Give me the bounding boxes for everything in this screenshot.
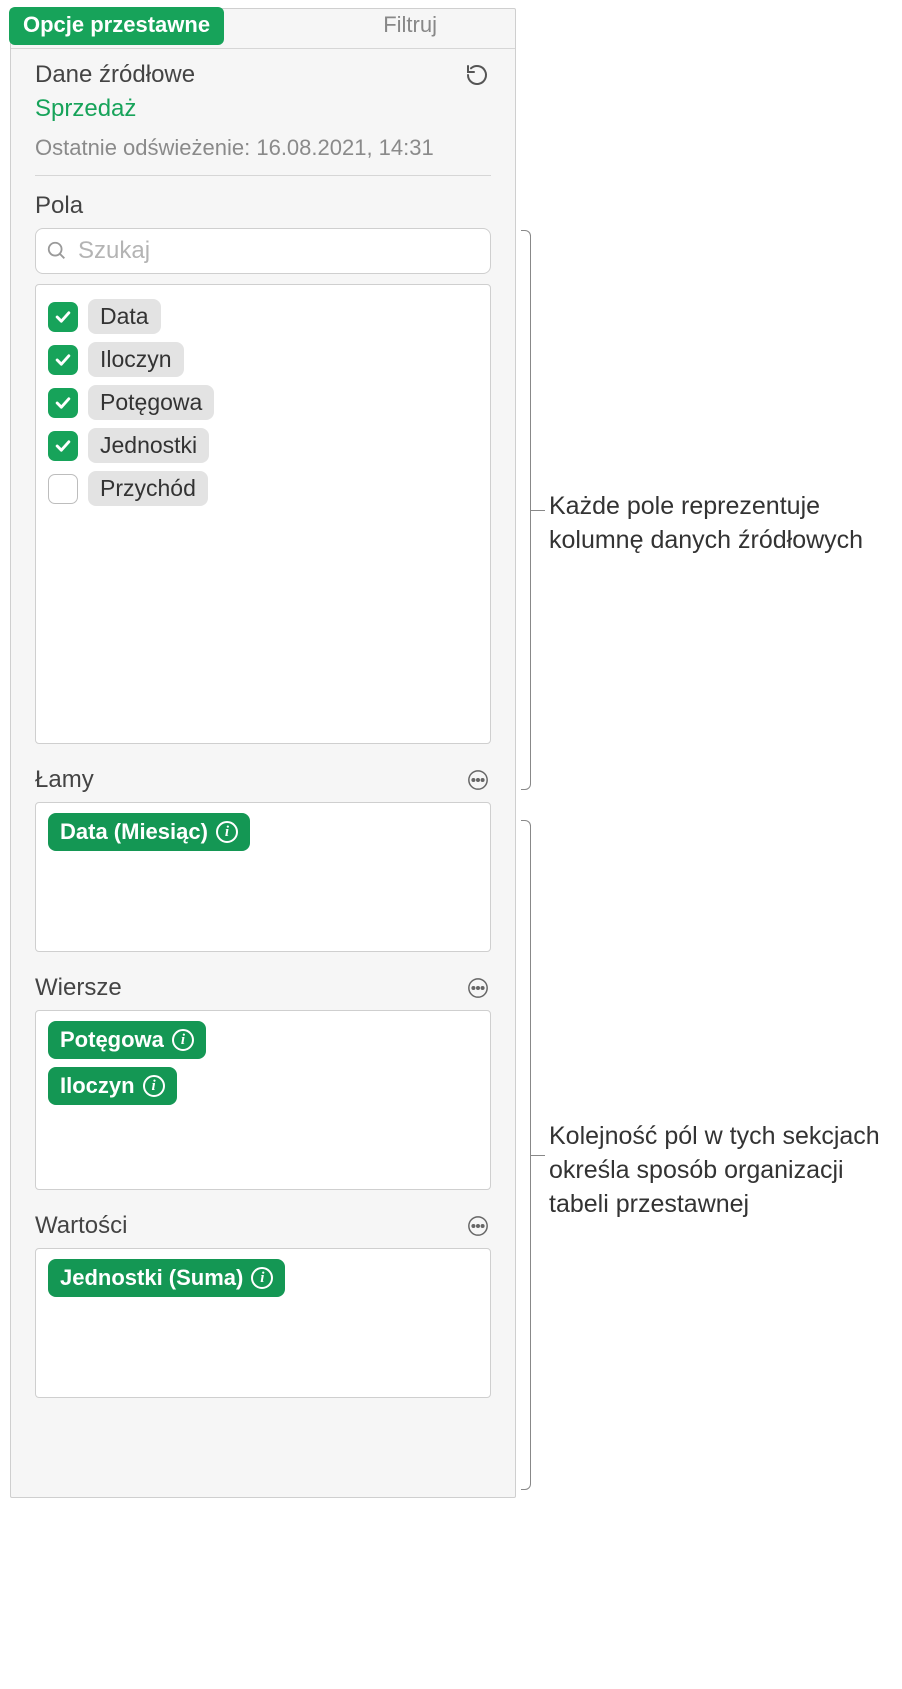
field-row: Jednostki <box>46 424 480 467</box>
values-dropzone[interactable]: Jednostki (Suma) i <box>35 1248 491 1398</box>
chip-label: Jednostki (Suma) <box>60 1265 243 1291</box>
rows-dropzone[interactable]: Potęgowa i Iloczyn i <box>35 1010 491 1190</box>
field-pill-iloczyn[interactable]: Iloczyn <box>88 342 184 377</box>
chip-label: Potęgowa <box>60 1027 164 1053</box>
rows-more-button[interactable] <box>465 975 491 1001</box>
info-icon[interactable]: i <box>143 1075 165 1097</box>
field-checkbox-przychod[interactable] <box>48 474 78 504</box>
fields-list: Data Iloczyn Potęgowa Jednostki Przychód <box>35 284 491 744</box>
callout-zones: Kolejność pól w tych sekcjach określa sp… <box>521 820 891 1500</box>
chip-iloczyn[interactable]: Iloczyn i <box>48 1067 177 1105</box>
tabs: Opcje przestawne Filtruj <box>11 9 515 49</box>
callout-fields: Każde pole reprezentuje kolumnę danych ź… <box>521 230 891 800</box>
fields-search[interactable] <box>35 228 491 274</box>
field-row: Iloczyn <box>46 338 480 381</box>
field-pill-jednostki[interactable]: Jednostki <box>88 428 209 463</box>
callout-fields-text: Każde pole reprezentuje kolumnę danych ź… <box>549 490 889 558</box>
field-checkbox-potegowa[interactable] <box>48 388 78 418</box>
chip-jednostki-suma[interactable]: Jednostki (Suma) i <box>48 1259 285 1297</box>
field-checkbox-iloczyn[interactable] <box>48 345 78 375</box>
field-pill-przychod[interactable]: Przychód <box>88 471 208 506</box>
field-row: Data <box>46 295 480 338</box>
tab-pivot-options[interactable]: Opcje przestawne <box>9 7 224 45</box>
more-icon <box>467 977 489 999</box>
chip-potegowa[interactable]: Potęgowa i <box>48 1021 206 1059</box>
columns-more-button[interactable] <box>465 767 491 793</box>
columns-label: Łamy <box>35 766 94 794</box>
more-icon <box>467 1215 489 1237</box>
divider <box>35 175 491 176</box>
refresh-icon <box>465 63 489 87</box>
source-data-title: Dane źródłowe <box>35 61 195 89</box>
columns-dropzone[interactable]: Data (Miesiąc) i <box>35 802 491 952</box>
field-checkbox-data[interactable] <box>48 302 78 332</box>
chip-data-miesiac[interactable]: Data (Miesiąc) i <box>48 813 250 851</box>
info-icon[interactable]: i <box>251 1267 273 1289</box>
info-icon[interactable]: i <box>172 1029 194 1051</box>
field-pill-data[interactable]: Data <box>88 299 161 334</box>
last-refreshed-text: Ostatnie odświeżenie: 16.08.2021, 14:31 <box>35 135 491 161</box>
chip-label: Data (Miesiąc) <box>60 819 208 845</box>
field-row: Potęgowa <box>46 381 480 424</box>
values-more-button[interactable] <box>465 1213 491 1239</box>
info-icon[interactable]: i <box>216 821 238 843</box>
field-pill-potegowa[interactable]: Potęgowa <box>88 385 214 420</box>
refresh-button[interactable] <box>463 61 491 89</box>
search-input[interactable] <box>76 236 480 266</box>
source-table-name[interactable]: Sprzedaż <box>35 95 491 123</box>
field-row: Przychód <box>46 467 480 510</box>
chip-label: Iloczyn <box>60 1073 135 1099</box>
fields-label: Pola <box>35 192 491 220</box>
pivot-options-panel: Opcje przestawne Filtruj Dane źródłowe S… <box>10 8 516 1498</box>
more-icon <box>467 769 489 791</box>
values-label: Wartości <box>35 1212 127 1240</box>
callout-zones-text: Kolejność pól w tych sekcjach określa sp… <box>549 1120 889 1221</box>
rows-label: Wiersze <box>35 974 122 1002</box>
field-checkbox-jednostki[interactable] <box>48 431 78 461</box>
tab-filter[interactable]: Filtruj <box>365 9 455 45</box>
search-icon <box>46 240 68 262</box>
